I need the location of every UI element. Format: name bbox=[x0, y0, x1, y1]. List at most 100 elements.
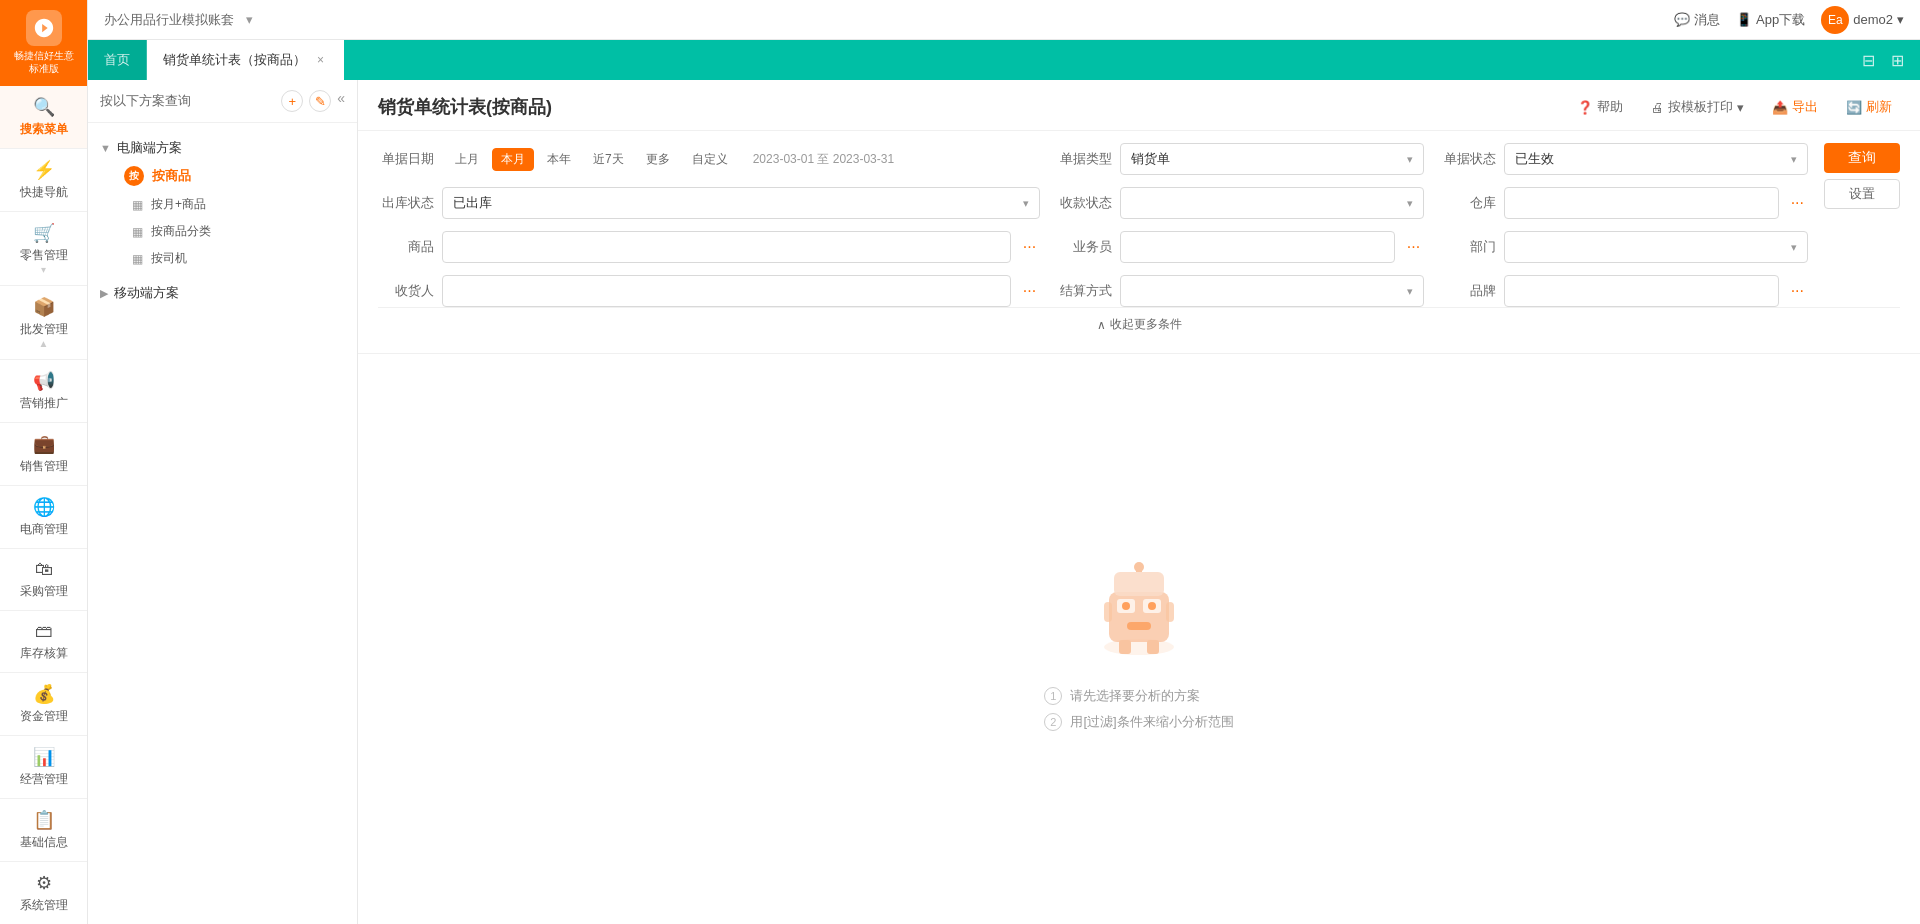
by-month-product-icon: ▦ bbox=[132, 198, 143, 212]
out-status-value: 已出库 bbox=[453, 194, 492, 212]
warehouse-input[interactable] bbox=[1504, 187, 1779, 219]
sidebar-item-retail[interactable]: 🛒 零售管理 ▾ bbox=[0, 212, 87, 286]
sidebar-item-basic[interactable]: 📋 基础信息 bbox=[0, 799, 87, 862]
edit-icon: ✎ bbox=[315, 94, 326, 109]
tab-close-btn[interactable]: × bbox=[314, 52, 327, 68]
date-quick-btns: 上月 本月 本年 近7天 更多 自定义 bbox=[446, 148, 737, 171]
sidebar: 畅捷信好生意 标准版 🔍 搜索菜单 ⚡ 快捷导航 🛒 零售管理 ▾ 📦 批发管理… bbox=[0, 0, 88, 924]
refresh-icon: 🔄 bbox=[1846, 100, 1862, 115]
date-this-month-btn[interactable]: 本月 bbox=[492, 148, 534, 171]
sidebar-item-ecommerce[interactable]: 🌐 电商管理 bbox=[0, 486, 87, 549]
scheme-item-by-month-product[interactable]: ▦ 按月+商品 bbox=[100, 191, 345, 218]
receiver-dots-btn[interactable]: ··· bbox=[1019, 282, 1040, 300]
system-icon: ⚙ bbox=[36, 872, 52, 894]
app-download-btn[interactable]: 📱 App下载 bbox=[1736, 11, 1805, 29]
filter-row-4: 收货人 ··· 结算方式 ▾ bbox=[378, 275, 1808, 307]
settlement-select[interactable]: ▾ bbox=[1120, 275, 1424, 307]
message-btn[interactable]: 💬 消息 bbox=[1674, 11, 1720, 29]
out-status-select[interactable]: 已出库 ▾ bbox=[442, 187, 1040, 219]
filter-out-status-field: 出库状态 已出库 ▾ bbox=[378, 187, 1040, 219]
collapse-panel-btn[interactable]: « bbox=[337, 90, 345, 112]
tab-active[interactable]: 销货单统计表（按商品） × bbox=[147, 40, 344, 80]
sidebar-item-inventory[interactable]: 🗃 库存核算 bbox=[0, 611, 87, 673]
salesman-dots-btn[interactable]: ··· bbox=[1403, 238, 1424, 256]
svg-rect-1 bbox=[1109, 592, 1169, 642]
export-btn[interactable]: 📤 导出 bbox=[1764, 94, 1826, 120]
sidebar-item-quicknav[interactable]: ⚡ 快捷导航 bbox=[0, 149, 87, 212]
sidebar-item-search[interactable]: 🔍 搜索菜单 bbox=[0, 86, 87, 149]
date-last-month-btn[interactable]: 上月 bbox=[446, 148, 488, 171]
sidebar-item-wholesale[interactable]: 📦 批发管理 ▲ bbox=[0, 286, 87, 360]
industry-dropdown-icon[interactable]: ▾ bbox=[246, 12, 253, 27]
scheme-item-by-cashier[interactable]: ▦ 按司机 bbox=[100, 245, 345, 272]
payment-status-select[interactable]: ▾ bbox=[1120, 187, 1424, 219]
print-icon: 🖨 bbox=[1651, 100, 1664, 115]
brand-input[interactable] bbox=[1504, 275, 1779, 307]
help-btn[interactable]: ❓ 帮助 bbox=[1569, 94, 1631, 120]
tab-active-label: 销货单统计表（按商品） bbox=[163, 51, 306, 69]
scheme-group-mobile-header[interactable]: ▶ 移动端方案 bbox=[100, 280, 345, 306]
scheme-item-by-product[interactable]: 按 按商品 bbox=[100, 161, 345, 191]
tab-home[interactable]: 首页 bbox=[88, 40, 147, 80]
print-dropdown-icon: ▾ bbox=[1737, 100, 1744, 115]
scheme-group-mobile: ▶ 移动端方案 bbox=[88, 276, 357, 310]
filter-department-field: 部门 ▾ bbox=[1440, 231, 1808, 263]
sidebar-item-sales[interactable]: 💼 销售管理 bbox=[0, 423, 87, 486]
inventory-icon: 🗃 bbox=[35, 621, 53, 642]
svg-rect-13 bbox=[1136, 564, 1142, 572]
edit-scheme-btn[interactable]: ✎ bbox=[309, 90, 331, 112]
refresh-btn[interactable]: 🔄 刷新 bbox=[1838, 94, 1900, 120]
sidebar-item-marketing[interactable]: 📢 营销推广 bbox=[0, 360, 87, 423]
bill-status-select[interactable]: 已生效 ▾ bbox=[1504, 143, 1808, 175]
sidebar-item-operations[interactable]: 📊 经营管理 bbox=[0, 736, 87, 799]
print-btn[interactable]: 🖨 按模板打印 ▾ bbox=[1643, 94, 1752, 120]
by-cashier-label: 按司机 bbox=[151, 250, 187, 267]
bill-type-select[interactable]: 销货单 ▾ bbox=[1120, 143, 1424, 175]
sidebar-inventory-label: 库存核算 bbox=[20, 645, 68, 662]
topbar-left: 办公用品行业模拟账套 ▾ bbox=[104, 11, 253, 29]
sidebar-operations-label: 经营管理 bbox=[20, 771, 68, 788]
warehouse-dots-btn[interactable]: ··· bbox=[1787, 194, 1808, 212]
receiver-input[interactable] bbox=[442, 275, 1011, 307]
date-last7-btn[interactable]: 近7天 bbox=[584, 148, 633, 171]
refresh-label: 刷新 bbox=[1866, 98, 1892, 116]
avatar-initials: Ea bbox=[1828, 13, 1843, 27]
filter-bill-status-field: 单据状态 已生效 ▾ bbox=[1440, 143, 1808, 175]
department-select[interactable]: ▾ bbox=[1504, 231, 1808, 263]
query-btn[interactable]: 查询 bbox=[1824, 143, 1900, 173]
svg-rect-11 bbox=[1114, 572, 1164, 596]
collapse-icon: « bbox=[337, 90, 345, 106]
salesman-input[interactable] bbox=[1120, 231, 1395, 263]
setting-btn[interactable]: 设置 bbox=[1824, 179, 1900, 209]
date-custom-btn[interactable]: 自定义 bbox=[683, 148, 737, 171]
bill-type-label: 单据类型 bbox=[1056, 150, 1112, 168]
tab-maximize-btn[interactable]: ⊞ bbox=[1887, 47, 1908, 74]
date-this-year-btn[interactable]: 本年 bbox=[538, 148, 580, 171]
collapse-label: 收起更多条件 bbox=[1110, 316, 1182, 333]
out-status-dropdown-icon: ▾ bbox=[1023, 197, 1029, 210]
retail-icon: 🛒 bbox=[33, 222, 55, 244]
brand-dots-btn[interactable]: ··· bbox=[1787, 282, 1808, 300]
operations-icon: 📊 bbox=[33, 746, 55, 768]
product-dots-btn[interactable]: ··· bbox=[1019, 238, 1040, 256]
filter-row-3: 商品 ··· 业务员 ··· 部门 bbox=[378, 231, 1808, 263]
filter-bill-type-field: 单据类型 销货单 ▾ bbox=[1056, 143, 1424, 175]
date-more-btn[interactable]: 更多 bbox=[637, 148, 679, 171]
svg-rect-7 bbox=[1119, 640, 1131, 654]
product-input[interactable] bbox=[442, 231, 1011, 263]
sidebar-search-label: 搜索菜单 bbox=[20, 121, 68, 138]
add-scheme-btn[interactable]: + bbox=[281, 90, 303, 112]
left-panel-title: 按以下方案查询 bbox=[100, 92, 191, 110]
scheme-item-by-category[interactable]: ▦ 按商品分类 bbox=[100, 218, 345, 245]
sidebar-item-purchase[interactable]: 🛍 采购管理 bbox=[0, 549, 87, 611]
message-icon: 💬 bbox=[1674, 12, 1690, 27]
sidebar-logo[interactable]: 畅捷信好生意 标准版 bbox=[0, 0, 88, 86]
bill-status-label: 单据状态 bbox=[1440, 150, 1496, 168]
user-menu[interactable]: Ea demo2 ▾ bbox=[1821, 6, 1904, 34]
settlement-dropdown-icon: ▾ bbox=[1407, 285, 1413, 298]
scheme-group-desktop-header[interactable]: ▼ 电脑端方案 bbox=[100, 135, 345, 161]
sidebar-item-finance[interactable]: 💰 资金管理 bbox=[0, 673, 87, 736]
sidebar-item-system[interactable]: ⚙ 系统管理 bbox=[0, 862, 87, 924]
tab-minimize-btn[interactable]: ⊟ bbox=[1858, 47, 1879, 74]
collapse-bar[interactable]: ∧ 收起更多条件 bbox=[378, 307, 1900, 341]
